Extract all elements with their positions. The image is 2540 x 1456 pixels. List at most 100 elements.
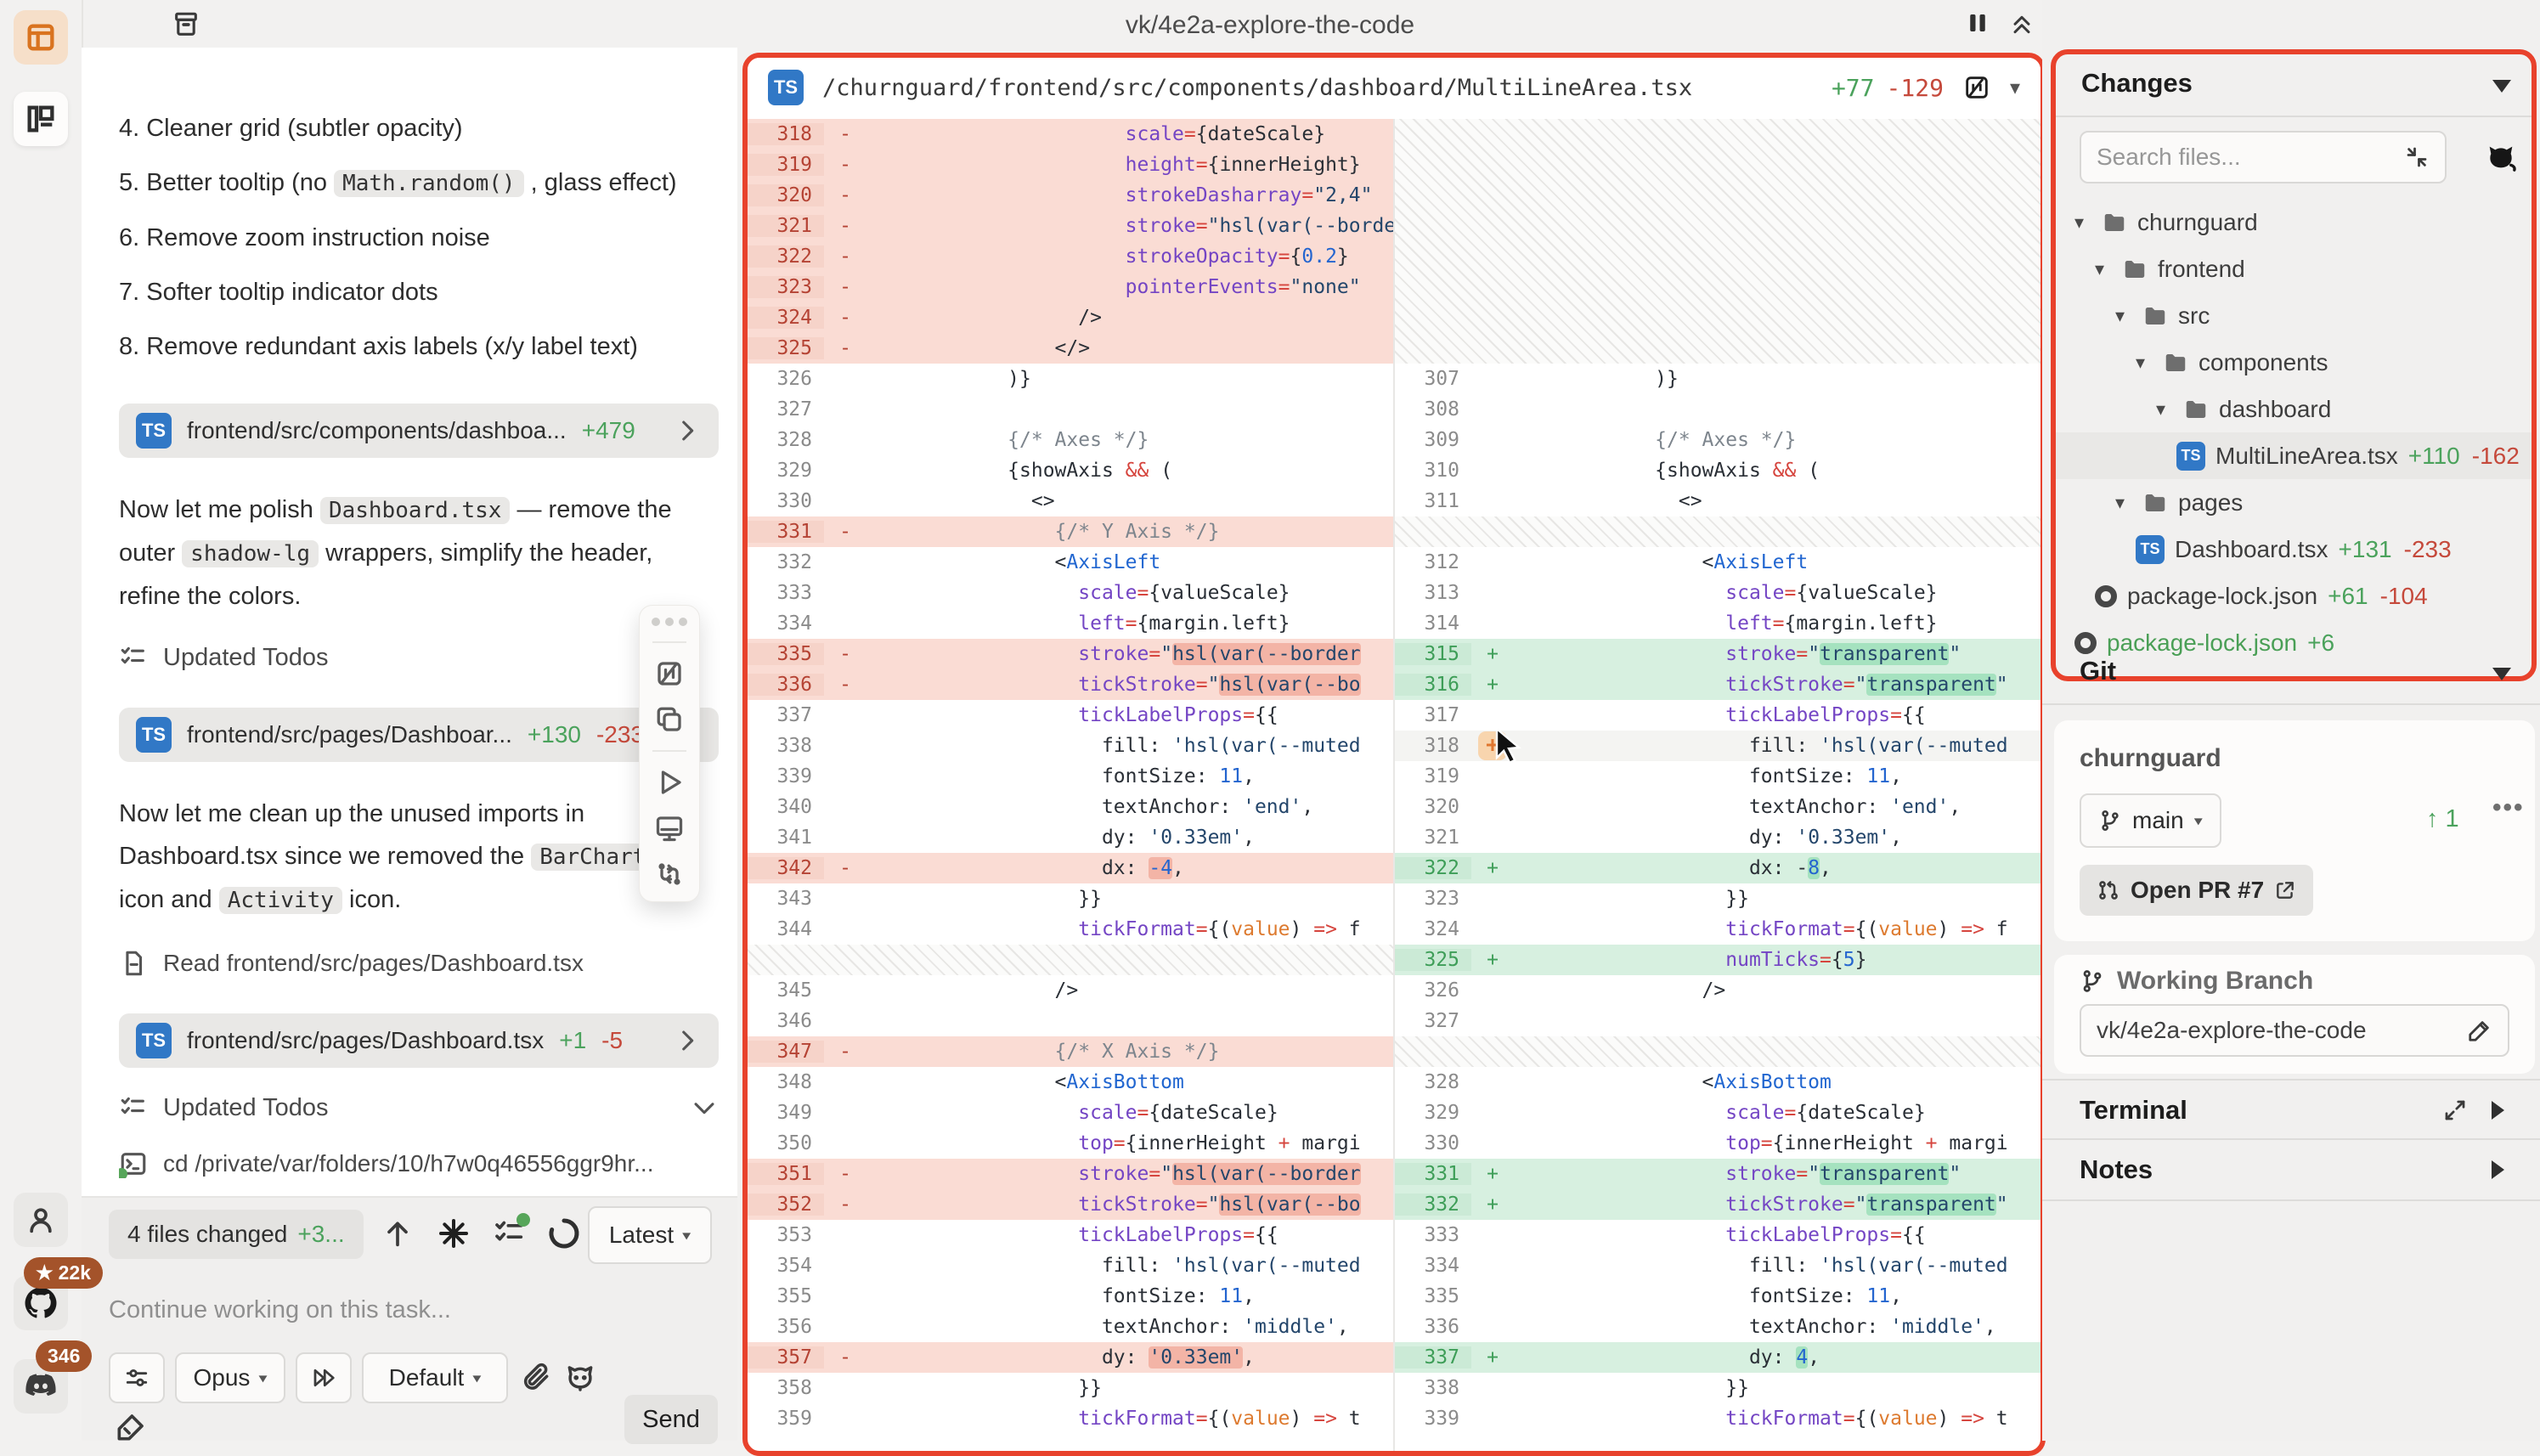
changes-collapse-caret[interactable] — [2492, 80, 2511, 93]
diff-line-old-343[interactable]: 343 }} — [748, 883, 1393, 914]
model-dropdown[interactable]: Opus▾ — [175, 1352, 285, 1403]
copy-icon[interactable] — [654, 704, 685, 735]
pause-icon[interactable] — [1965, 9, 1990, 37]
diff-line-old-335[interactable]: 335- stroke="hsl(var(--border — [748, 639, 1393, 669]
diff-line-new-310[interactable]: 310 {showAxis && ( — [1395, 455, 2040, 486]
diff-line-new-308[interactable]: 308 — [1395, 394, 2040, 425]
mode-dropdown[interactable]: Default▾ — [362, 1352, 508, 1403]
play-icon[interactable] — [654, 767, 685, 798]
commits-ahead[interactable]: ↑1 — [2426, 805, 2459, 833]
diff-line-old-324[interactable]: 324- /> — [748, 302, 1393, 333]
diff-line-old-347[interactable]: 347- {/* X Axis */} — [748, 1036, 1393, 1067]
read-file-row[interactable]: Read frontend/src/pages/Dashboard.tsx — [119, 949, 719, 978]
diff-line-new-317[interactable]: 317 tickLabelProps={{ — [1395, 700, 2040, 731]
diff-line-new-339[interactable]: 339 tickFormat={(value) => t — [1395, 1403, 2040, 1434]
diff-line-old-352[interactable]: 352- tickStroke="hsl(var(--bo — [748, 1189, 1393, 1220]
tree-item-frontend[interactable]: ▾frontend — [2056, 245, 2532, 292]
settings-sliders-button[interactable] — [109, 1352, 165, 1403]
diff-line-new-327[interactable]: 327 — [1395, 1006, 2040, 1036]
caret-down-icon[interactable]: ▾ — [2115, 492, 2132, 514]
attachment-icon[interactable] — [520, 1361, 552, 1393]
terminal-section-header[interactable]: Terminal — [2080, 1091, 2504, 1130]
updated-todos-row[interactable]: Updated Todos — [119, 643, 719, 672]
diff-line-old-358[interactable]: 358 }} — [748, 1373, 1393, 1403]
send-button[interactable]: Send — [624, 1395, 718, 1444]
tree-item-Dashboard.tsx[interactable]: TSDashboard.tsx+131-233 — [2056, 526, 2532, 573]
diff-line-old-328[interactable]: 328 {/* Axes */} — [748, 425, 1393, 455]
account-button[interactable] — [14, 1193, 68, 1247]
notes-section-header[interactable]: Notes — [2080, 1150, 2504, 1189]
spark-icon[interactable] — [437, 1216, 471, 1250]
chevron-right-icon[interactable] — [2492, 1160, 2504, 1179]
diff-line-old-353[interactable]: 353 tickLabelProps={{ — [748, 1220, 1393, 1250]
files-changed-chip[interactable]: 4 files changed +3... — [109, 1210, 364, 1259]
diff-line-old-345[interactable]: 345 /> — [748, 975, 1393, 1006]
diff-line-old-340[interactable]: 340 textAnchor: 'end', — [748, 792, 1393, 822]
diff-line-old-326[interactable]: 326 )} — [748, 364, 1393, 394]
diff-line-new-312[interactable]: 312 <AxisLeft — [1395, 547, 2040, 578]
diff-line-old-341[interactable]: 341 dy: '0.33em', — [748, 822, 1393, 853]
diff-line-old-333[interactable]: 333 scale={valueScale} — [748, 578, 1393, 608]
diff-line-new-313[interactable]: 313 scale={valueScale} — [1395, 578, 2040, 608]
diff-line-old-349[interactable]: 349 scale={dateScale} — [748, 1098, 1393, 1128]
diff-line-new-314[interactable]: 314 left={margin.left} — [1395, 608, 2040, 639]
diff-line-new-321[interactable]: 321 dy: '0.33em', — [1395, 822, 2040, 853]
version-dropdown[interactable]: Latest▾ — [588, 1206, 712, 1264]
diff-line-old-337[interactable]: 337 tickLabelProps={{ — [748, 700, 1393, 731]
chevron-down-icon[interactable] — [690, 1093, 719, 1122]
chevron-right-icon[interactable] — [673, 1026, 702, 1055]
brush-icon[interactable] — [112, 1412, 146, 1446]
composer-input[interactable]: Continue working on this task... — [109, 1296, 451, 1324]
diff-line-new-335[interactable]: 335 fontSize: 11, — [1395, 1281, 2040, 1312]
file-diff-chip[interactable]: TSfrontend/src/pages/Dashboard.tsx+1-5 — [119, 1013, 719, 1068]
diff-line-old-322[interactable]: 322- strokeOpacity={0.2} — [748, 241, 1393, 272]
updated-todos-row[interactable]: Updated Todos — [119, 1093, 719, 1122]
diff-line-new-309[interactable]: 309 {/* Axes */} — [1395, 425, 2040, 455]
diff-line-new-325[interactable]: 325+ numTicks={5} — [1395, 945, 2040, 975]
cat-icon[interactable] — [564, 1361, 596, 1393]
drag-handle-icon[interactable] — [652, 618, 687, 626]
diff-line-new-329[interactable]: 329 scale={dateScale} — [1395, 1098, 2040, 1128]
caret-down-icon[interactable]: ▾ — [2074, 212, 2091, 234]
diff-header[interactable]: TS /churnguard/frontend/src/components/d… — [748, 58, 2040, 117]
collapse-up-icon[interactable] — [2008, 9, 2035, 37]
tree-item-MultiLineArea.tsx[interactable]: TSMultiLineArea.tsx+110-162 — [2056, 432, 2532, 479]
diff-line-old-344[interactable]: 344 tickFormat={(value) => f — [748, 914, 1393, 945]
diff-line-new-322[interactable]: 322+ dx: -8, — [1395, 853, 2040, 883]
diff-line-new-328[interactable]: 328 <AxisBottom — [1395, 1067, 2040, 1098]
diff-line-new-311[interactable]: 311 <> — [1395, 486, 2040, 516]
diff-old-column[interactable]: 318- scale={dateScale}319- height={inner… — [748, 119, 1393, 1451]
diff-line-new-315[interactable]: 315+ stroke="transparent" — [1395, 639, 2040, 669]
diff-line-old-321[interactable]: 321- stroke="hsl(var(--border — [748, 211, 1393, 241]
cat-filter-icon[interactable] — [2484, 141, 2518, 175]
edit-pencil-icon[interactable] — [2467, 1018, 2492, 1043]
diff-new-column[interactable]: 307 )}308309 {/* Axes */}310 {showAxis &… — [1393, 119, 2040, 1451]
diff-line-old-348[interactable]: 348 <AxisBottom — [748, 1067, 1393, 1098]
monitor-icon[interactable] — [654, 813, 685, 844]
collapse-tree-icon[interactable] — [2404, 144, 2430, 170]
caret-down-icon[interactable]: ▾ — [2095, 258, 2112, 280]
diff-line-old-323[interactable]: 323- pointerEvents="none" — [748, 272, 1393, 302]
message-hover-toolbar[interactable] — [639, 605, 700, 902]
diff-line-new-330[interactable]: 330 top={innerHeight + margi — [1395, 1128, 2040, 1159]
diff-line-old-334[interactable]: 334 left={margin.left} — [748, 608, 1393, 639]
diff-line-old-355[interactable]: 355 fontSize: 11, — [748, 1281, 1393, 1312]
diff-line-new-331[interactable]: 331+ stroke="transparent" — [1395, 1159, 2040, 1189]
terminal-command-row[interactable]: cd /private/var/folders/10/h7w0q46556ggr… — [119, 1149, 719, 1178]
fast-forward-button[interactable] — [296, 1352, 352, 1403]
tree-item-components[interactable]: ▾components — [2056, 339, 2532, 386]
diff-line-old-354[interactable]: 354 fill: 'hsl(var(--muted — [748, 1250, 1393, 1281]
diff-line-old-325[interactable]: 325- </> — [748, 333, 1393, 364]
diff-line-new-337[interactable]: 337+ dy: 4, — [1395, 1342, 2040, 1373]
chevron-right-icon[interactable] — [2492, 1101, 2504, 1120]
diff-line-new-320[interactable]: 320 textAnchor: 'end', — [1395, 792, 2040, 822]
diff-line-new-332[interactable]: 332+ tickStroke="transparent" — [1395, 1189, 2040, 1220]
tree-item-package-lock.json[interactable]: package-lock.json+61-104 — [2056, 573, 2532, 619]
more-options-button[interactable]: ••• — [2492, 793, 2525, 822]
diff-line-new-338[interactable]: 338 }} — [1395, 1373, 2040, 1403]
expand-icon[interactable] — [2442, 1098, 2468, 1123]
diff-line-old-342[interactable]: 342- dx: -4, — [748, 853, 1393, 883]
open-pr-button[interactable]: Open PR #7 — [2080, 865, 2313, 916]
working-branch-input[interactable]: vk/4e2a-explore-the-code — [2080, 1004, 2509, 1057]
workspace-active-button[interactable] — [14, 10, 68, 65]
